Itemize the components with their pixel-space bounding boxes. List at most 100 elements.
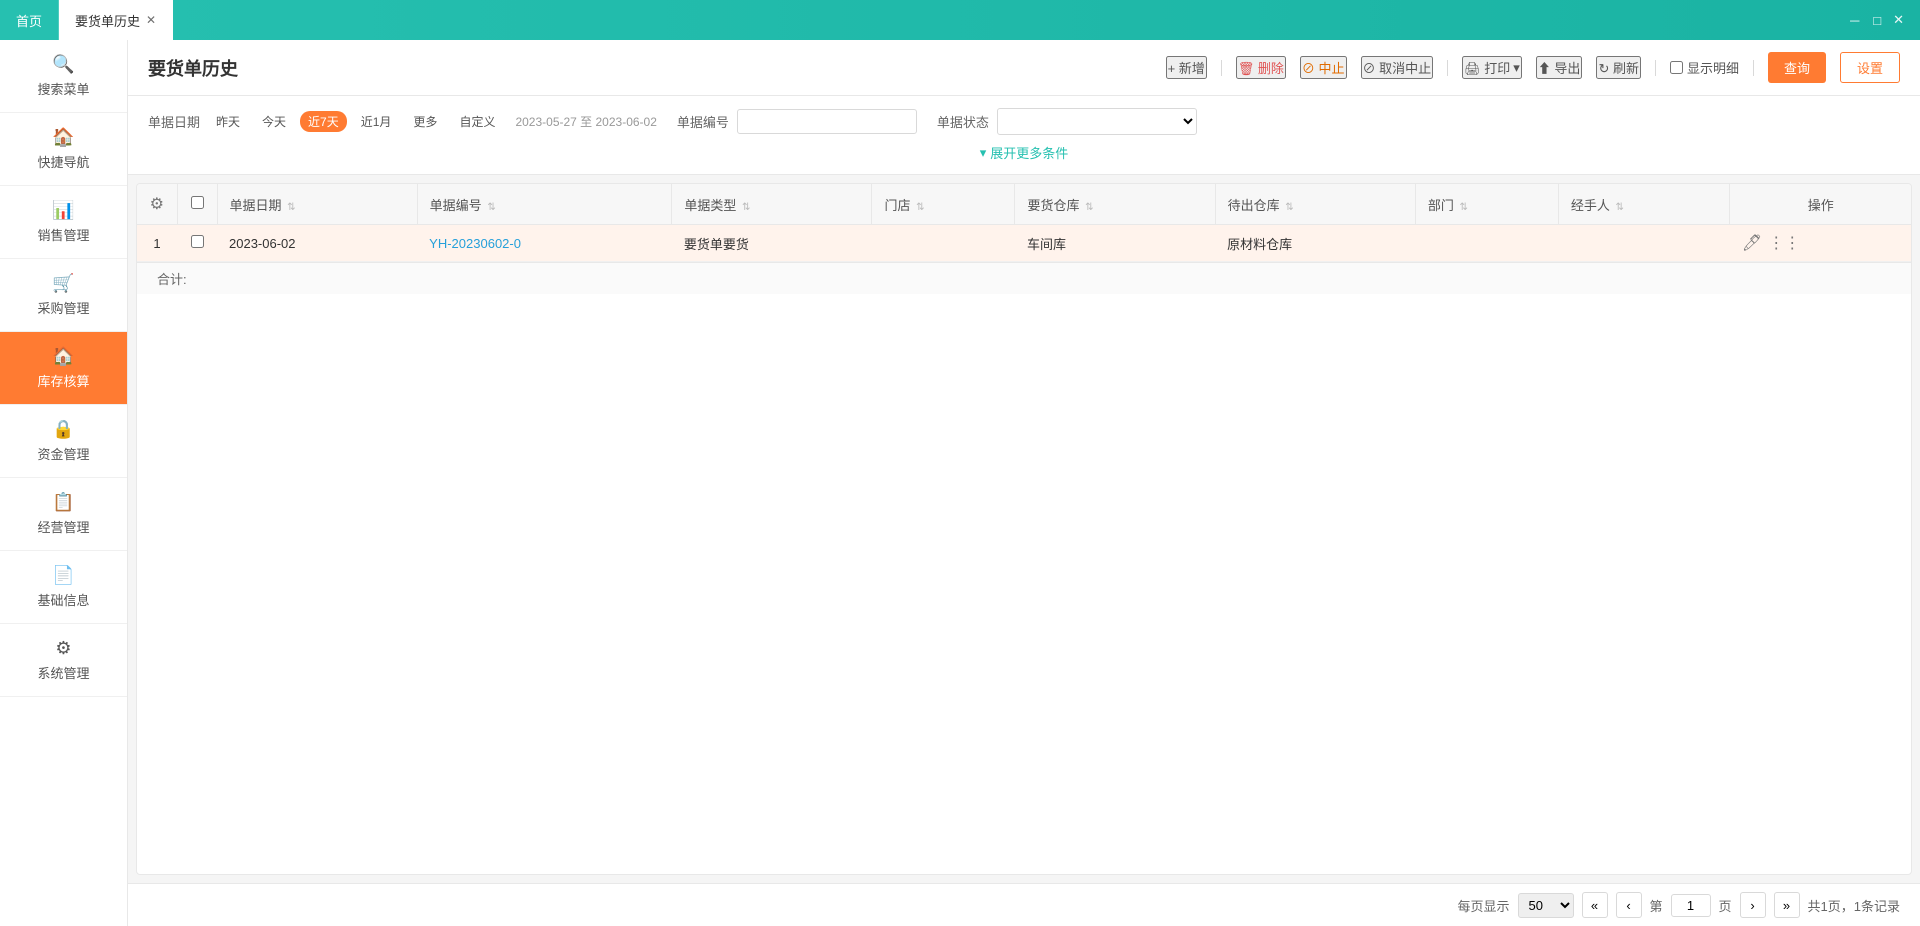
tab-close-icon[interactable]: ✕ xyxy=(146,13,156,27)
cell-date: 2023-06-02 xyxy=(217,225,417,262)
row-checkbox[interactable] xyxy=(191,235,204,248)
col-date-header[interactable]: 单据日期 ⇅ xyxy=(217,184,417,225)
sidebar-item-quick-nav[interactable]: 🏠 快捷导航 xyxy=(0,113,127,186)
cell-action: 🖊 ⋮⋮ xyxy=(1730,225,1911,262)
capital-mgmt-icon: 🔒 xyxy=(52,419,74,440)
expand-down-icon: ▾ xyxy=(980,145,987,161)
col-handler-header[interactable]: 经手人 ⇅ xyxy=(1558,184,1730,225)
display-detail-checkbox[interactable]: 显示明细 xyxy=(1670,58,1739,77)
date-btn-7days[interactable]: 近7天 xyxy=(300,111,347,132)
col-pending-warehouse-header[interactable]: 待出仓库 ⇅ xyxy=(1215,184,1415,225)
content-area: 要货单历史 + 新增 🗑 删除 ⊘ 中止 ⊘ 取消中止 🖨 打印 ▾ ⬆ 导出 … xyxy=(128,40,1920,926)
col-settings-icon[interactable]: ⚙ xyxy=(150,196,164,213)
date-range-text: 2023-05-27 至 2023-06-02 xyxy=(515,113,656,130)
doc-number-link[interactable]: YH-20230602-0 xyxy=(429,236,521,251)
last-page-button[interactable]: » xyxy=(1774,892,1800,918)
cell-checkbox xyxy=(177,225,217,262)
more-action-icon[interactable]: ⋮⋮ xyxy=(1768,233,1800,253)
handler-sort-icon: ⇅ xyxy=(1615,202,1623,213)
col-store-header[interactable]: 门店 ⇅ xyxy=(872,184,1015,225)
sidebar-item-ops-mgmt[interactable]: 📋 经营管理 xyxy=(0,478,127,551)
maximize-icon[interactable]: □ xyxy=(1873,13,1881,28)
query-button[interactable]: 查询 xyxy=(1768,52,1826,83)
doc-number-input[interactable] xyxy=(737,109,917,134)
current-page-input[interactable] xyxy=(1671,894,1711,917)
col-settings-header[interactable]: ⚙ xyxy=(137,184,177,225)
divider-1 xyxy=(1221,60,1222,76)
tab-list: 首页 要货单历史 ✕ xyxy=(0,0,173,40)
page-label-prefix: 第 xyxy=(1650,896,1663,915)
delete-button[interactable]: 🗑 删除 xyxy=(1236,56,1286,79)
export-button[interactable]: ⬆ 导出 xyxy=(1536,56,1583,79)
filter-area: 单据日期 昨天 今天 近7天 近1月 更多 自定义 2023-05-27 至 2… xyxy=(128,96,1920,175)
settings-button[interactable]: 设置 xyxy=(1840,52,1900,83)
filter-row: 单据日期 昨天 今天 近7天 近1月 更多 自定义 2023-05-27 至 2… xyxy=(148,108,1900,135)
col-type-header[interactable]: 单据类型 ⇅ xyxy=(672,184,872,225)
req-warehouse-sort-icon: ⇅ xyxy=(1085,202,1093,213)
expand-row: ▾ 展开更多条件 xyxy=(148,143,1900,162)
expand-button[interactable]: ▾ 展开更多条件 xyxy=(980,143,1069,162)
new-button[interactable]: + 新增 xyxy=(1166,56,1207,79)
divider-3 xyxy=(1655,60,1656,76)
col-dept-header[interactable]: 部门 ⇅ xyxy=(1415,184,1558,225)
sidebar-item-sys-mgmt[interactable]: ⚙ 系统管理 xyxy=(0,624,127,697)
first-page-button[interactable]: « xyxy=(1582,892,1608,918)
sidebar-item-basic-info[interactable]: 📄 基础信息 xyxy=(0,551,127,624)
table-footer: 合计: xyxy=(137,262,1911,294)
toolbar: + 新增 🗑 删除 ⊘ 中止 ⊘ 取消中止 🖨 打印 ▾ ⬆ 导出 ↻ 刷新 显… xyxy=(1166,52,1900,83)
doc-number-filter-group: 单据编号 xyxy=(677,109,917,134)
cell-handler xyxy=(1558,225,1730,262)
pagination-bar: 每页显示 50 10 20 100 « ‹ 第 页 › » 共1页，1条记录 xyxy=(128,883,1920,926)
main-layout: 🔍 搜索菜单 🏠 快捷导航 📊 销售管理 🛒 采购管理 🏠 库存核算 🔒 资金管… xyxy=(0,40,1920,926)
sidebar-item-capital-mgmt[interactable]: 🔒 资金管理 xyxy=(0,405,127,478)
tab-home[interactable]: 首页 xyxy=(0,0,59,40)
type-sort-icon: ⇅ xyxy=(742,202,750,213)
col-checkbox-header xyxy=(177,184,217,225)
stop-button[interactable]: ⊘ 中止 xyxy=(1300,56,1347,79)
status-select[interactable] xyxy=(997,108,1197,135)
sidebar-item-purchase-mgmt[interactable]: 🛒 采购管理 xyxy=(0,259,127,332)
print-button[interactable]: 🖨 打印 ▾ xyxy=(1462,56,1522,79)
cell-number: YH-20230602-0 xyxy=(417,225,672,262)
close-window-icon[interactable]: ✕ xyxy=(1893,12,1904,28)
page-summary: 共1页，1条记录 xyxy=(1808,896,1900,915)
date-btn-today[interactable]: 今天 xyxy=(254,111,294,132)
prev-page-button[interactable]: ‹ xyxy=(1616,892,1642,918)
tab-order-history[interactable]: 要货单历史 ✕ xyxy=(59,0,173,40)
date-btn-1month[interactable]: 近1月 xyxy=(353,111,400,132)
divider-2 xyxy=(1447,60,1448,76)
date-sort-icon: ⇅ xyxy=(287,202,295,213)
sidebar-item-search-menu[interactable]: 🔍 搜索菜单 xyxy=(0,40,127,113)
display-detail-input[interactable] xyxy=(1670,61,1683,74)
col-number-header[interactable]: 单据编号 ⇅ xyxy=(417,184,672,225)
date-btn-more[interactable]: 更多 xyxy=(405,111,445,132)
select-all-checkbox[interactable] xyxy=(191,196,204,209)
cell-req-warehouse: 车间库 xyxy=(1015,225,1215,262)
date-filter-group: 单据日期 昨天 今天 近7天 近1月 更多 自定义 2023-05-27 至 2… xyxy=(148,111,657,132)
edit-action-icon[interactable]: 🖊 xyxy=(1742,233,1762,253)
col-req-warehouse-header[interactable]: 要货仓库 ⇅ xyxy=(1015,184,1215,225)
store-sort-icon: ⇅ xyxy=(916,202,924,213)
divider-4 xyxy=(1753,60,1754,76)
refresh-button[interactable]: ↻ 刷新 xyxy=(1596,56,1641,79)
date-btn-yesterday[interactable]: 昨天 xyxy=(208,111,248,132)
sidebar-item-inventory[interactable]: 🏠 库存核算 xyxy=(0,332,127,405)
next-page-button[interactable]: › xyxy=(1740,892,1766,918)
top-bar: 首页 要货单历史 ✕ － □ ✕ xyxy=(0,0,1920,40)
table-body: 1 2023-06-02 YH-20230602-0 要货单要货 车间库 原材料… xyxy=(137,225,1911,262)
page-header: 要货单历史 + 新增 🗑 删除 ⊘ 中止 ⊘ 取消中止 🖨 打印 ▾ ⬆ 导出 … xyxy=(128,40,1920,96)
per-page-label: 每页显示 xyxy=(1457,896,1509,915)
sidebar: 🔍 搜索菜单 🏠 快捷导航 📊 销售管理 🛒 采购管理 🏠 库存核算 🔒 资金管… xyxy=(0,40,128,926)
dept-sort-icon: ⇅ xyxy=(1459,202,1467,213)
per-page-select[interactable]: 50 10 20 100 xyxy=(1518,893,1574,918)
cancel-stop-button[interactable]: ⊘ 取消中止 xyxy=(1361,56,1434,79)
ops-mgmt-icon: 📋 xyxy=(52,492,74,513)
date-btn-custom[interactable]: 自定义 xyxy=(451,111,503,132)
date-filter-buttons: 昨天 今天 近7天 近1月 更多 自定义 xyxy=(208,111,503,132)
sidebar-item-sales-mgmt[interactable]: 📊 销售管理 xyxy=(0,186,127,259)
table-row: 1 2023-06-02 YH-20230602-0 要货单要货 车间库 原材料… xyxy=(137,225,1911,262)
minimize-icon[interactable]: － xyxy=(1848,11,1861,30)
cell-pending-warehouse: 原材料仓库 xyxy=(1215,225,1415,262)
cell-store xyxy=(872,225,1015,262)
status-label: 单据状态 xyxy=(937,112,989,131)
